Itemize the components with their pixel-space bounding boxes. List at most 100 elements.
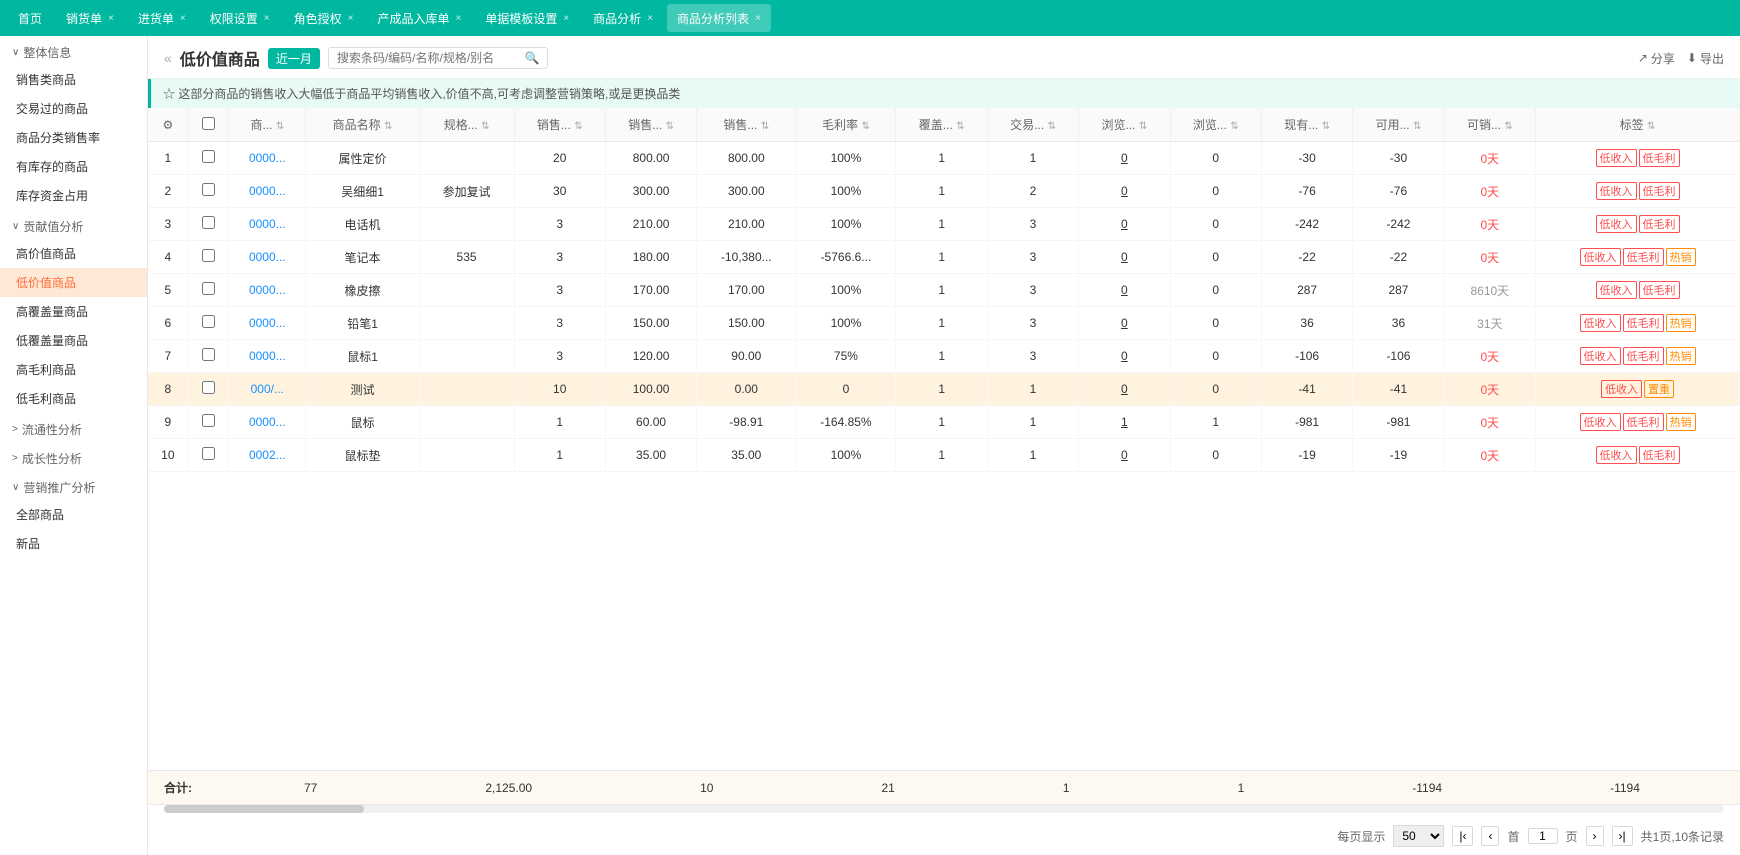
row-select-checkbox[interactable]: [202, 348, 215, 361]
nav-product-analysis[interactable]: 商品分析 ×: [583, 4, 663, 32]
search-input[interactable]: [328, 47, 548, 69]
row-select-checkbox[interactable]: [202, 381, 215, 394]
export-button[interactable]: ⬇ 导出: [1687, 50, 1724, 67]
nav-permissions[interactable]: 权限设置 ×: [200, 4, 280, 32]
nav-purchase-order[interactable]: 进货单 ×: [128, 4, 196, 32]
table-footer: 合计: 77 2,125.00 10 21 1 1 -1194 -1194 每页…: [148, 770, 1740, 855]
sidebar-item-new-goods[interactable]: 新品: [0, 529, 147, 558]
row-checkbox[interactable]: [188, 142, 228, 175]
row-checkbox[interactable]: [188, 208, 228, 241]
row-price: 100.00: [605, 373, 696, 406]
sidebar-item-sales-goods[interactable]: 销售类商品: [0, 65, 147, 94]
row-view2: 0: [1170, 142, 1261, 175]
row-no: 4: [148, 241, 188, 274]
row-view1[interactable]: 0: [1079, 274, 1170, 307]
row-view1[interactable]: 0: [1079, 373, 1170, 406]
row-select-checkbox[interactable]: [202, 249, 215, 262]
nav-close-icon[interactable]: ×: [264, 13, 270, 24]
table-row: 3 0000... 电话机 3 210.00 210.00 100% 1 3 0…: [148, 208, 1740, 241]
row-view1[interactable]: 0: [1079, 208, 1170, 241]
sidebar-item-in-stock-goods[interactable]: 有库存的商品: [0, 152, 147, 181]
sidebar-item-category-sales-rate[interactable]: 商品分类销售率: [0, 123, 147, 152]
sidebar-item-high-coverage[interactable]: 高覆盖量商品: [0, 297, 147, 326]
scrollbar-thumb[interactable]: [164, 805, 364, 813]
row-transaction: 2: [987, 175, 1078, 208]
nav-close-icon[interactable]: ×: [755, 13, 761, 24]
row-checkbox[interactable]: [188, 241, 228, 274]
sidebar-group-contribution[interactable]: ∨ 贡献值分析: [0, 210, 147, 239]
row-checkbox[interactable]: [188, 439, 228, 472]
nav-product-inbound[interactable]: 产成品入库单 ×: [367, 4, 471, 32]
row-checkbox[interactable]: [188, 307, 228, 340]
sidebar-item-all-goods[interactable]: 全部商品: [0, 500, 147, 529]
row-view1[interactable]: 0: [1079, 142, 1170, 175]
sidebar-group-overall[interactable]: ∨ 整体信息: [0, 36, 147, 65]
row-saleable: 0天: [1444, 175, 1535, 208]
row-checkbox[interactable]: [188, 340, 228, 373]
select-all-checkbox[interactable]: [202, 117, 215, 130]
row-name: 鼠标垫: [306, 439, 419, 472]
expand-icon: >: [12, 424, 18, 435]
next-page-btn[interactable]: ›: [1586, 826, 1604, 846]
row-view1[interactable]: 1: [1079, 406, 1170, 439]
row-select-checkbox[interactable]: [202, 216, 215, 229]
nav-close-icon[interactable]: ×: [180, 13, 186, 24]
row-checkbox[interactable]: [188, 175, 228, 208]
row-view1[interactable]: 0: [1079, 439, 1170, 472]
sidebar-item-high-value[interactable]: 高价值商品: [0, 239, 147, 268]
tag-label: 置重: [1644, 380, 1674, 398]
prev-page-btn[interactable]: ‹: [1481, 826, 1499, 846]
row-select-checkbox[interactable]: [202, 150, 215, 163]
sidebar-group-growth[interactable]: > 成长性分析: [0, 442, 147, 471]
row-select-checkbox[interactable]: [202, 282, 215, 295]
sidebar-group-marketing[interactable]: ∨ 营销推广分析: [0, 471, 147, 500]
sidebar-item-inventory-capital[interactable]: 库存资金占用: [0, 181, 147, 210]
nav-close-icon[interactable]: ×: [563, 13, 569, 24]
row-available: -41: [1353, 373, 1444, 406]
tag-label: 热销: [1666, 413, 1696, 431]
settings-col-header[interactable]: ⚙: [148, 108, 188, 142]
row-code: 0000...: [229, 208, 306, 241]
checkbox-col-header[interactable]: [188, 108, 228, 142]
first-page-btn[interactable]: |‹: [1452, 826, 1473, 846]
sidebar-item-low-value[interactable]: 低价值商品: [0, 268, 147, 297]
row-transaction: 1: [987, 439, 1078, 472]
row-select-checkbox[interactable]: [202, 414, 215, 427]
row-amount: 210.00: [697, 208, 796, 241]
row-select-checkbox[interactable]: [202, 183, 215, 196]
page-number-input[interactable]: [1528, 828, 1558, 844]
nav-template-settings[interactable]: 单据模板设置 ×: [475, 4, 579, 32]
nav-close-icon[interactable]: ×: [455, 13, 461, 24]
nav-sales-order[interactable]: 销货单 ×: [56, 4, 124, 32]
nav-close-icon[interactable]: ×: [348, 13, 354, 24]
row-current: -242: [1261, 208, 1352, 241]
sidebar-group-liquidity[interactable]: > 流通性分析: [0, 413, 147, 442]
sidebar-item-traded-goods[interactable]: 交易过的商品: [0, 94, 147, 123]
row-select-checkbox[interactable]: [202, 447, 215, 460]
last-page-btn[interactable]: ›|: [1612, 826, 1633, 846]
summary-price: 2,125.00: [485, 781, 532, 795]
per-page-select[interactable]: 50 100: [1393, 825, 1444, 847]
sidebar-item-high-margin[interactable]: 高毛利商品: [0, 355, 147, 384]
row-checkbox[interactable]: [188, 406, 228, 439]
row-view1[interactable]: 0: [1079, 340, 1170, 373]
share-button[interactable]: ↗ 分享: [1638, 50, 1675, 67]
row-checkbox[interactable]: [188, 373, 228, 406]
nav-product-analysis-list[interactable]: 商品分析列表 ×: [667, 4, 771, 32]
row-view1[interactable]: 0: [1079, 307, 1170, 340]
sidebar-item-low-coverage[interactable]: 低覆盖量商品: [0, 326, 147, 355]
nav-role-auth[interactable]: 角色授权 ×: [284, 4, 364, 32]
collapse-sidebar-btn[interactable]: «: [164, 50, 172, 66]
row-checkbox[interactable]: [188, 274, 228, 307]
sidebar-item-low-margin[interactable]: 低毛利商品: [0, 384, 147, 413]
row-view1[interactable]: 0: [1079, 175, 1170, 208]
date-filter-btn[interactable]: 近一月: [268, 48, 320, 69]
horizontal-scrollbar[interactable]: [164, 805, 1724, 813]
nav-close-icon[interactable]: ×: [647, 13, 653, 24]
row-select-checkbox[interactable]: [202, 315, 215, 328]
nav-home[interactable]: 首页: [8, 4, 52, 32]
nav-close-icon[interactable]: ×: [108, 13, 114, 24]
current-col-header: 现有... ⇅: [1261, 108, 1352, 142]
row-tags: 低收入低毛利热销: [1536, 340, 1740, 373]
row-view1[interactable]: 0: [1079, 241, 1170, 274]
